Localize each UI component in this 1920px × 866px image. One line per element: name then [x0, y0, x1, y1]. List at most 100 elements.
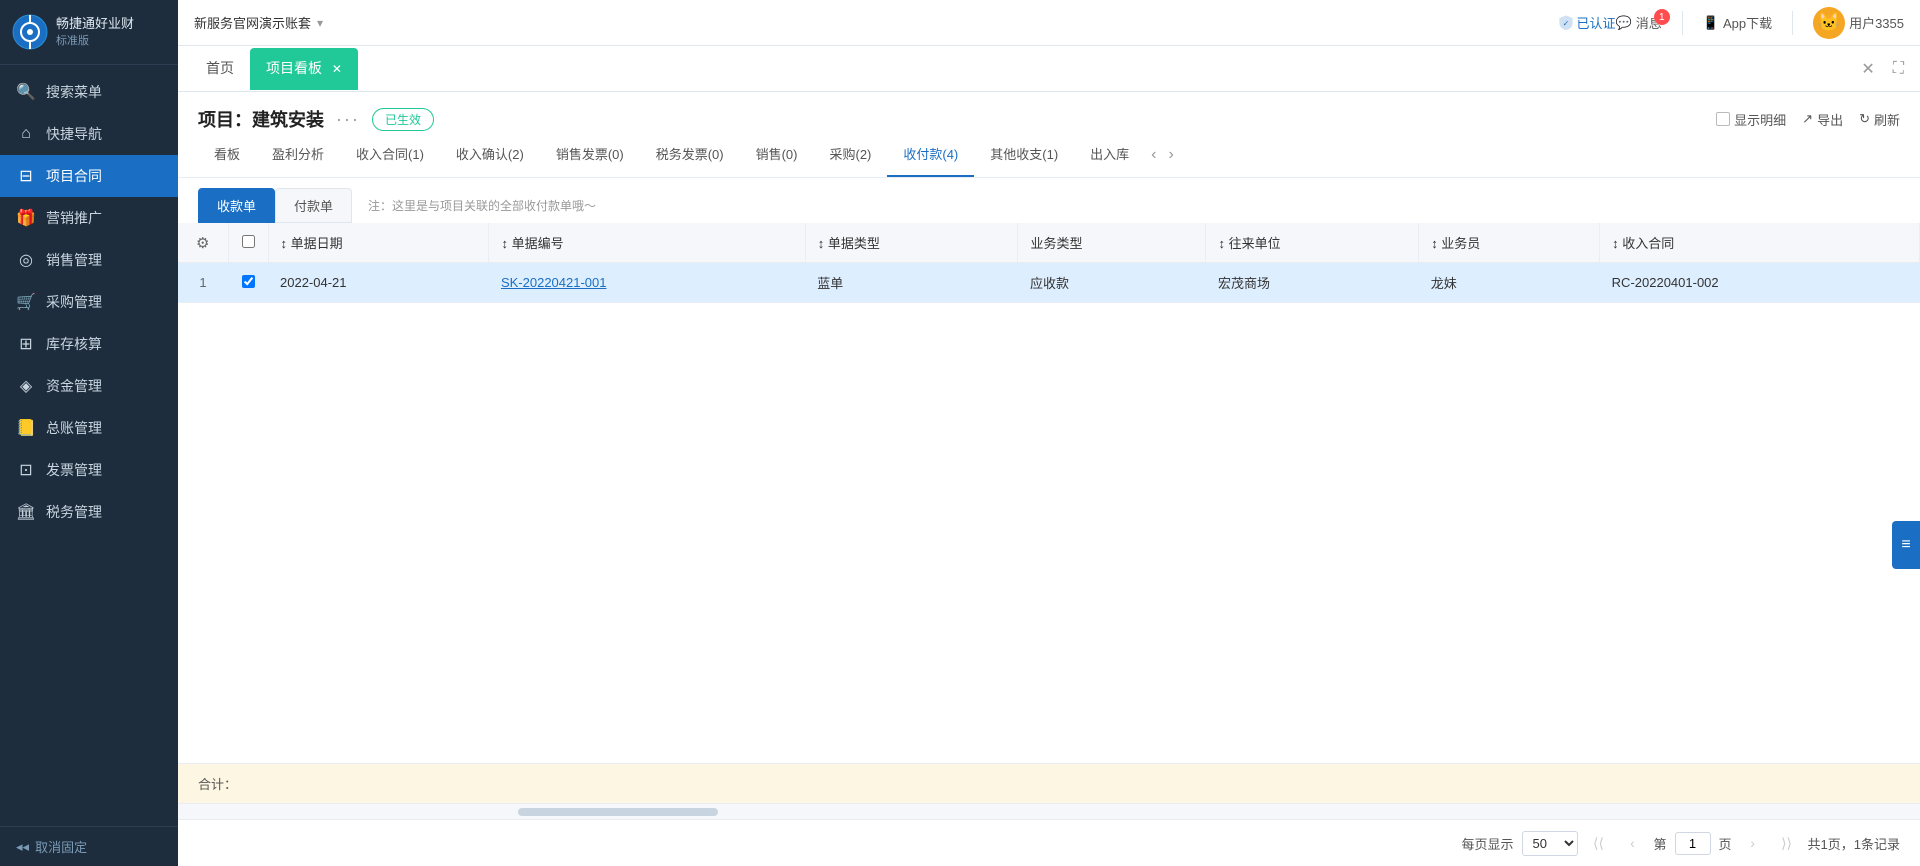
cell-seq: 1	[178, 263, 228, 303]
sidebar-item-finance[interactable]: ◈ 资金管理	[0, 365, 178, 407]
maximize-window-button[interactable]: ⛶	[1889, 58, 1908, 80]
sub-nav-purchase[interactable]: 采购(2)	[813, 132, 887, 177]
ledger-icon: 📒	[16, 418, 36, 438]
sidebar-item-label: 采购管理	[46, 292, 102, 312]
sidebar-item-label: 项目合同	[46, 166, 102, 186]
sidebar-header: 畅捷通好业财 标准版	[0, 0, 178, 65]
tab-home-label: 首页	[206, 60, 234, 76]
next-page-button[interactable]: ›	[1740, 830, 1766, 856]
cell-checkbox[interactable]	[228, 263, 268, 303]
sidebar-item-search[interactable]: 🔍 搜索菜单	[0, 71, 178, 113]
page-unit: 页	[1719, 834, 1732, 853]
sub-nav-kanban[interactable]: 看板	[198, 132, 256, 177]
col-income-contract[interactable]: ↕ 收入合同	[1600, 223, 1920, 263]
sub-nav-income-confirm[interactable]: 收入确认(2)	[440, 132, 540, 177]
sub-nav-profit[interactable]: 盈利分析	[256, 132, 340, 177]
sidebar-unpin[interactable]: ◂◂ 取消固定	[0, 826, 178, 866]
export-button[interactable]: ↗ 导出	[1802, 110, 1843, 129]
table-row[interactable]: 1 2022-04-21 SK-20220421-001 蓝单 应收款 宏茂商场	[178, 263, 1920, 303]
cell-number[interactable]: SK-20220421-001	[489, 263, 805, 303]
project-more-icon[interactable]: ···	[336, 109, 360, 130]
finance-icon: ◈	[16, 376, 36, 396]
sidebar-item-tax[interactable]: 🏛 税务管理	[0, 491, 178, 533]
shield-icon: ✓	[1558, 15, 1574, 31]
right-panel-toggle[interactable]: ≡	[1892, 521, 1920, 569]
refresh-label: 刷新	[1874, 110, 1900, 129]
horizontal-scrollbar[interactable]	[178, 803, 1920, 819]
tab-receipt[interactable]: 收款单	[198, 188, 275, 223]
sidebar-item-invoice[interactable]: ⊡ 发票管理	[0, 449, 178, 491]
app-logo	[12, 14, 48, 50]
first-page-button[interactable]: ⟨⟨	[1586, 830, 1612, 856]
sidebar-item-label: 营销推广	[46, 208, 102, 228]
col-date[interactable]: ↕ 单据日期	[268, 223, 489, 263]
svg-text:✓: ✓	[1562, 19, 1569, 28]
sidebar-item-ledger[interactable]: 📒 总账管理	[0, 407, 178, 449]
contract-icon: ⊟	[16, 166, 36, 186]
show-detail-checkbox[interactable]	[1716, 112, 1730, 126]
sub-nav-sales-invoice[interactable]: 销售发票(0)	[540, 132, 640, 177]
tab-close-icon[interactable]: ✕	[332, 62, 342, 76]
sub-nav-collection[interactable]: 收付款(4)	[887, 132, 974, 177]
tab-home[interactable]: 首页	[190, 48, 250, 90]
export-icon: ↗	[1802, 111, 1813, 127]
scrollbar-thumb[interactable]	[518, 808, 718, 816]
sidebar-item-purchase[interactable]: 🛒 采购管理	[0, 281, 178, 323]
show-detail-label: 显示明细	[1734, 110, 1786, 129]
sidebar-nav: 🔍 搜索菜单 ⌂ 快捷导航 ⊟ 项目合同 🎁 营销推广 ◎ 销售管理 🛒 采购管…	[0, 65, 178, 826]
col-income-contract-label: ↕ 收入合同	[1612, 236, 1674, 251]
project-actions: 显示明细 ↗ 导出 ↻ 刷新	[1716, 110, 1900, 129]
receipt-number-link[interactable]: SK-20220421-001	[501, 275, 607, 290]
col-partner[interactable]: ↕ 往来单位	[1206, 223, 1419, 263]
sub-nav-income-contract[interactable]: 收入合同(1)	[340, 132, 440, 177]
page-input[interactable]	[1675, 832, 1711, 855]
sub-nav-prev-icon[interactable]: ‹	[1145, 146, 1162, 164]
page-size-label: 每页显示	[1461, 834, 1513, 853]
close-window-button[interactable]: ✕	[1857, 57, 1878, 81]
sub-nav-inout[interactable]: 出入库	[1074, 132, 1145, 177]
col-checkbox[interactable]	[228, 223, 268, 263]
select-all-checkbox[interactable]	[242, 235, 255, 248]
user-profile[interactable]: 🐱 用户3355	[1813, 7, 1904, 39]
col-number-label: ↕ 单据编号	[501, 236, 563, 251]
account-dropdown-icon: ▾	[317, 16, 323, 30]
page-size-select[interactable]: 50 100 200	[1522, 831, 1578, 856]
col-type[interactable]: ↕ 单据类型	[805, 223, 1018, 263]
sub-nav-next-icon[interactable]: ›	[1163, 146, 1180, 164]
inventory-icon: ⊞	[16, 334, 36, 354]
sidebar: 畅捷通好业财 标准版 🔍 搜索菜单 ⌂ 快捷导航 ⊟ 项目合同 🎁 营销推广 ◎…	[0, 0, 178, 866]
last-page-button[interactable]: ⟩⟩	[1774, 830, 1800, 856]
prev-page-button[interactable]: ‹	[1620, 830, 1646, 856]
sub-nav-other-expense[interactable]: 其他收支(1)	[974, 132, 1074, 177]
receipts-table: ⚙ ↕ 单据日期 ↕ 单据编号	[178, 223, 1920, 303]
sidebar-item-quick[interactable]: ⌂ 快捷导航	[0, 113, 178, 155]
sub-nav-sales[interactable]: 销售(0)	[740, 132, 814, 177]
sidebar-item-label: 库存核算	[46, 334, 102, 354]
avatar: 🐱	[1813, 7, 1845, 39]
marketing-icon: 🎁	[16, 208, 36, 228]
table-wrap[interactable]: ⚙ ↕ 单据日期 ↕ 单据编号	[178, 223, 1920, 763]
sub-nav-tax-invoice[interactable]: 税务发票(0)	[640, 132, 740, 177]
refresh-button[interactable]: ↻ 刷新	[1859, 110, 1900, 129]
sidebar-item-contract[interactable]: ⊟ 项目合同	[0, 155, 178, 197]
account-selector[interactable]: 新服务官网演示账套 ▾	[194, 13, 1558, 32]
col-number[interactable]: ↕ 单据编号	[489, 223, 805, 263]
row-checkbox[interactable]	[242, 275, 255, 288]
export-label: 导出	[1817, 110, 1843, 129]
messages-button[interactable]: 💬 消息 1	[1616, 13, 1662, 32]
col-salesperson[interactable]: ↕ 业务员	[1419, 223, 1600, 263]
sales-icon: ◎	[16, 250, 36, 270]
panel-icon: ≡	[1901, 536, 1910, 554]
col-settings[interactable]: ⚙	[178, 223, 228, 263]
tab-project-board[interactable]: 项目看板 ✕	[250, 48, 358, 90]
total-row: 合计：	[178, 763, 1920, 803]
sidebar-item-sales[interactable]: ◎ 销售管理	[0, 239, 178, 281]
app-download-button[interactable]: 📱 App下载	[1703, 13, 1772, 32]
settings-icon[interactable]: ⚙	[196, 235, 209, 252]
user-label: 用户3355	[1849, 13, 1904, 32]
show-detail-action[interactable]: 显示明细	[1716, 110, 1786, 129]
sidebar-item-marketing[interactable]: 🎁 营销推广	[0, 197, 178, 239]
col-type-label: ↕ 单据类型	[818, 236, 880, 251]
tab-payment[interactable]: 付款单	[275, 188, 352, 223]
sidebar-item-inventory[interactable]: ⊞ 库存核算	[0, 323, 178, 365]
